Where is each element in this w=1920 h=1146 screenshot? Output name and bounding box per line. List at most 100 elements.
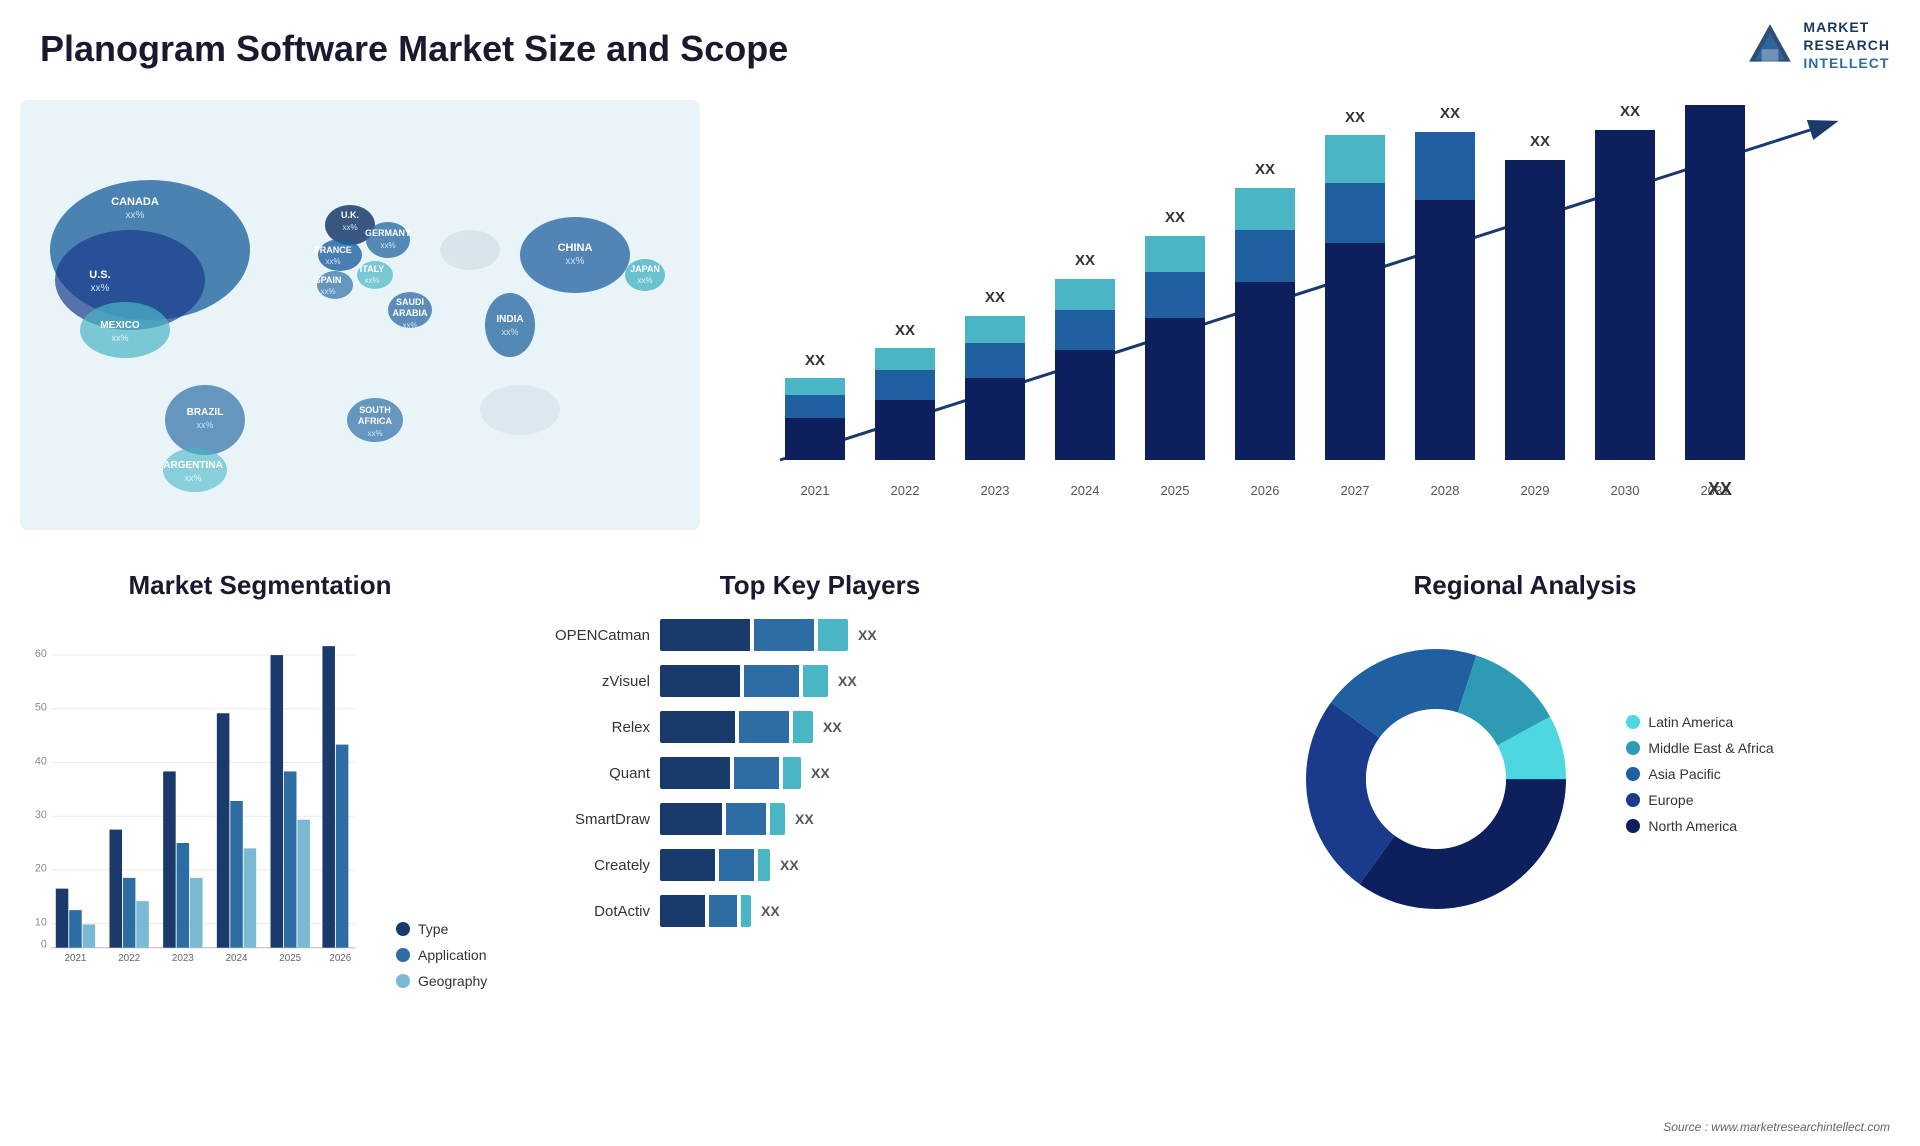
- svg-text:2022: 2022: [118, 953, 140, 964]
- player-row-zvisuel: zVisuel XX: [530, 665, 1110, 697]
- player-row-opencatman: OPENCatman XX: [530, 619, 1110, 651]
- map-section: CANADA xx% U.S. xx% MEXICO xx% BRAZIL xx…: [20, 100, 700, 530]
- player-bar-dotactiv: XX: [660, 895, 1110, 927]
- svg-text:XX: XX: [805, 352, 825, 369]
- player-label-zvisuel: XX: [838, 673, 857, 689]
- svg-text:xx%: xx%: [111, 333, 128, 343]
- player-bar-zvisuel: XX: [660, 665, 1110, 697]
- svg-text:XX: XX: [1620, 103, 1640, 120]
- player-name-opencatman: OPENCatman: [530, 627, 650, 644]
- svg-text:XX: XX: [985, 289, 1005, 306]
- source-text: Source : www.marketresearchintellect.com: [1663, 1120, 1890, 1134]
- svg-text:xx%: xx%: [501, 327, 518, 337]
- svg-text:xx%: xx%: [367, 429, 382, 438]
- svg-text:XX: XX: [1345, 109, 1365, 126]
- segmentation-title: Market Segmentation: [20, 570, 500, 601]
- legend-mea: Middle East & Africa: [1626, 740, 1773, 756]
- regional-title: Regional Analysis: [1150, 570, 1900, 601]
- logo-line1: MARKET: [1803, 18, 1890, 36]
- legend-geography: Geography: [396, 973, 487, 989]
- players-list: OPENCatman XX zVisuel XX Relex: [530, 619, 1110, 927]
- svg-text:SPAIN: SPAIN: [315, 275, 342, 285]
- player-name-quant: Quant: [530, 765, 650, 782]
- svg-text:xx%: xx%: [91, 283, 110, 294]
- legend-label-apac: Asia Pacific: [1648, 766, 1720, 782]
- svg-text:BRAZIL: BRAZIL: [187, 407, 224, 418]
- legend-label-north-america: North America: [1648, 818, 1737, 834]
- svg-text:2023: 2023: [981, 483, 1010, 498]
- world-map: CANADA xx% U.S. xx% MEXICO xx% BRAZIL xx…: [20, 100, 700, 530]
- seg-bar-chart-svg: 60 50 40 30 20 10 0 2021 2022: [20, 619, 360, 999]
- svg-text:XX: XX: [895, 322, 915, 339]
- svg-text:JAPAN: JAPAN: [630, 264, 660, 274]
- svg-text:ARGENTINA: ARGENTINA: [163, 460, 222, 471]
- logo-line2: RESEARCH: [1803, 36, 1890, 54]
- svg-text:30: 30: [35, 809, 47, 821]
- svg-text:ITALY: ITALY: [360, 264, 385, 274]
- player-row-creately: Creately XX: [530, 849, 1110, 881]
- svg-text:GERMANY: GERMANY: [365, 228, 411, 238]
- player-label-relex: XX: [823, 719, 842, 735]
- legend-label-application: Application: [418, 947, 487, 963]
- svg-text:2029: 2029: [1521, 483, 1550, 498]
- segmentation-section: Market Segmentation 60 50 40 30 20 10 0: [20, 570, 500, 1110]
- svg-text:FRANCE: FRANCE: [314, 245, 352, 255]
- svg-text:SOUTH: SOUTH: [359, 405, 391, 415]
- svg-text:xx%: xx%: [364, 276, 379, 285]
- player-label-smartdraw: XX: [795, 811, 814, 827]
- segmentation-chart: 60 50 40 30 20 10 0 2021 2022: [20, 619, 500, 999]
- player-name-smartdraw: SmartDraw: [530, 811, 650, 828]
- player-label-quant: XX: [811, 765, 830, 781]
- player-row-relex: Relex XX: [530, 711, 1110, 743]
- svg-text:xx%: xx%: [184, 473, 201, 483]
- regional-section: Regional Analysis Latin America: [1150, 570, 1900, 1110]
- player-bar-creately: XX: [660, 849, 1110, 881]
- player-row-dotactiv: DotActiv XX: [530, 895, 1110, 927]
- legend-dot-type: [396, 922, 410, 936]
- svg-text:60: 60: [35, 648, 47, 660]
- svg-text:2024: 2024: [1071, 483, 1100, 498]
- player-row-quant: Quant XX: [530, 757, 1110, 789]
- svg-text:ARABIA: ARABIA: [393, 308, 428, 318]
- growth-bar-chart: XX 2021 XX 2022 XX 2023 XX 2024 XX 2025 …: [720, 100, 1860, 520]
- svg-text:2022: 2022: [891, 483, 920, 498]
- svg-text:AFRICA: AFRICA: [358, 416, 392, 426]
- legend-application: Application: [396, 947, 487, 963]
- legend-dot-geography: [396, 974, 410, 988]
- svg-text:40: 40: [35, 755, 47, 767]
- player-row-smartdraw: SmartDraw XX: [530, 803, 1110, 835]
- svg-text:2021: 2021: [801, 483, 830, 498]
- player-name-dotactiv: DotActiv: [530, 903, 650, 920]
- legend-europe: Europe: [1626, 792, 1773, 808]
- svg-text:xx%: xx%: [402, 321, 417, 330]
- logo-text: MARKET RESEARCH INTELLECT: [1803, 18, 1890, 73]
- svg-text:INDIA: INDIA: [496, 314, 523, 325]
- svg-text:XX: XX: [1530, 133, 1550, 150]
- legend-dot-application: [396, 948, 410, 962]
- svg-text:XX: XX: [1255, 161, 1275, 178]
- svg-text:xx%: xx%: [196, 420, 213, 430]
- svg-text:50: 50: [35, 702, 47, 714]
- svg-text:2026: 2026: [329, 953, 351, 964]
- growth-chart-section: XX 2021 XX 2022 XX 2023 XX 2024 XX 2025 …: [720, 100, 1880, 530]
- svg-text:2028: 2028: [1431, 483, 1460, 498]
- svg-text:2024: 2024: [226, 953, 248, 964]
- svg-text:MEXICO: MEXICO: [100, 320, 140, 331]
- svg-text:xx%: xx%: [320, 287, 335, 296]
- svg-text:xx%: xx%: [342, 223, 357, 232]
- logo-line3: INTELLECT: [1803, 54, 1890, 72]
- svg-text:xx%: xx%: [637, 276, 652, 285]
- svg-text:CHINA: CHINA: [558, 242, 593, 254]
- legend-apac: Asia Pacific: [1626, 766, 1773, 782]
- svg-text:2026: 2026: [1251, 483, 1280, 498]
- svg-text:xx%: xx%: [325, 257, 340, 266]
- svg-text:0: 0: [41, 939, 47, 951]
- svg-text:U.K.: U.K.: [341, 210, 359, 220]
- donut-chart-area: Latin America Middle East & Africa Asia …: [1150, 619, 1900, 939]
- legend-label-europe: Europe: [1648, 792, 1693, 808]
- donut-chart-svg: [1276, 619, 1596, 939]
- svg-text:2021: 2021: [65, 953, 87, 964]
- key-players-section: Top Key Players OPENCatman XX zVisuel XX: [530, 570, 1110, 1110]
- svg-text:xx%: xx%: [380, 241, 395, 250]
- player-label-opencatman: XX: [858, 627, 877, 643]
